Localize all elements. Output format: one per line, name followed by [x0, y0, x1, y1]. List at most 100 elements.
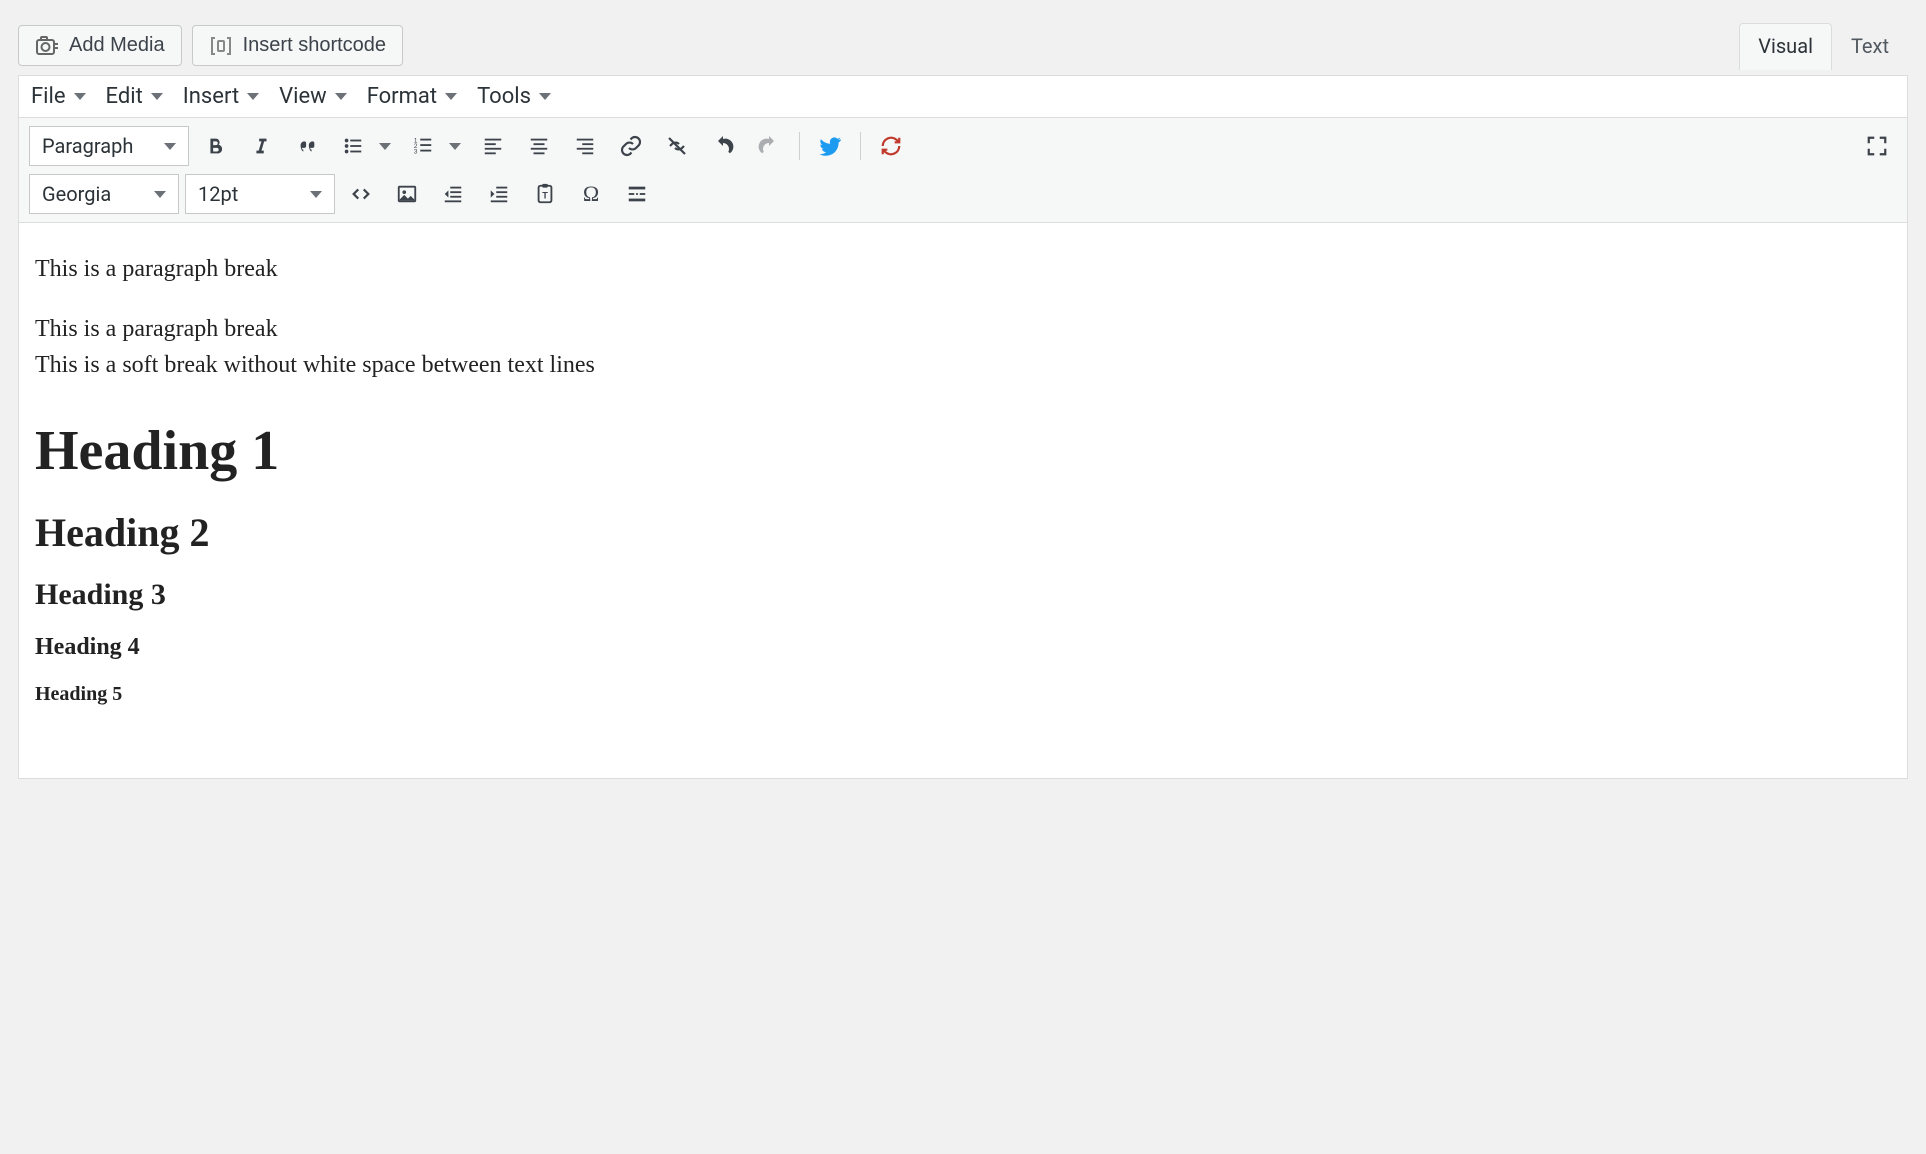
svg-text:T: T — [542, 191, 548, 201]
font-family-select[interactable]: Georgia — [29, 174, 179, 214]
insert-shortcode-label: Insert shortcode — [243, 34, 386, 57]
paragraph-format-select[interactable]: Paragraph — [29, 126, 189, 166]
outdent-icon — [441, 183, 465, 205]
outdent-button[interactable] — [433, 174, 473, 214]
italic-icon — [250, 135, 272, 157]
menu-label: Edit — [106, 84, 143, 109]
svg-text:3: 3 — [414, 148, 418, 155]
content-heading-1: Heading 1 — [35, 419, 1891, 483]
content-heading-3: Heading 3 — [35, 578, 1891, 612]
chevron-down-icon — [379, 143, 391, 150]
menu-insert[interactable]: Insert — [183, 84, 259, 109]
tab-visual[interactable]: Visual — [1739, 23, 1832, 70]
align-left-button[interactable] — [473, 126, 513, 166]
blockquote-button[interactable] — [287, 126, 327, 166]
menu-tools[interactable]: Tools — [477, 84, 551, 109]
refresh-button[interactable] — [871, 126, 911, 166]
align-left-icon — [482, 135, 504, 157]
link-button[interactable] — [611, 126, 651, 166]
undo-button[interactable] — [703, 126, 743, 166]
toolbar-row-1: Paragraph — [29, 126, 1897, 166]
content-softline: This is a soft break without white space… — [35, 347, 1891, 383]
chevron-down-icon — [335, 93, 347, 100]
indent-icon — [487, 183, 511, 205]
toolbar-row-2: Georgia 12pt — [29, 174, 1897, 214]
chevron-down-icon — [164, 143, 176, 150]
chevron-down-icon — [449, 143, 461, 150]
content-heading-2: Heading 2 — [35, 509, 1891, 556]
chevron-down-icon — [74, 93, 86, 100]
undo-icon — [711, 134, 735, 158]
chevron-down-icon — [154, 191, 166, 198]
italic-button[interactable] — [241, 126, 281, 166]
twitter-button[interactable] — [810, 126, 850, 166]
add-media-button[interactable]: Add Media — [18, 25, 182, 66]
bold-icon — [204, 135, 226, 157]
numbered-list-icon: 123 — [411, 135, 435, 157]
read-more-button[interactable] — [617, 174, 657, 214]
source-code-icon — [349, 183, 373, 205]
align-center-icon — [528, 135, 550, 157]
link-icon — [619, 134, 643, 158]
paste-text-icon: T — [534, 182, 556, 206]
source-code-button[interactable] — [341, 174, 381, 214]
numbered-list-dropdown[interactable] — [443, 126, 467, 166]
chevron-down-icon — [247, 93, 259, 100]
menu-label: Insert — [183, 84, 239, 109]
read-more-icon — [625, 183, 649, 205]
toolbar-separator — [799, 132, 800, 160]
paragraph-format-value: Paragraph — [42, 134, 133, 158]
editor-content[interactable]: This is a paragraph break This is a para… — [19, 223, 1907, 778]
fullscreen-icon — [1866, 135, 1888, 157]
bulleted-list-dropdown[interactable] — [373, 126, 397, 166]
content-heading-4: Heading 4 — [35, 634, 1891, 661]
unlink-button[interactable] — [657, 126, 697, 166]
bold-button[interactable] — [195, 126, 235, 166]
image-icon — [395, 183, 419, 205]
twitter-icon — [817, 133, 843, 159]
chevron-down-icon — [151, 93, 163, 100]
special-char-button[interactable]: Ω — [571, 174, 611, 214]
unlink-icon — [665, 134, 689, 158]
indent-button[interactable] — [479, 174, 519, 214]
refresh-icon — [880, 135, 902, 157]
align-center-button[interactable] — [519, 126, 559, 166]
bulleted-list-button[interactable] — [333, 126, 373, 166]
menu-label: Tools — [477, 84, 531, 109]
image-button[interactable] — [387, 174, 427, 214]
menu-label: File — [31, 84, 66, 109]
editor-mode-tabs: Visual Text — [1739, 22, 1908, 69]
blockquote-icon — [295, 135, 319, 157]
redo-button[interactable] — [749, 126, 789, 166]
content-heading-5: Heading 5 — [35, 683, 1891, 706]
tab-text[interactable]: Text — [1832, 23, 1908, 70]
camera-icon — [35, 35, 59, 57]
numbered-list-button[interactable]: 123 — [403, 126, 443, 166]
chevron-down-icon — [539, 93, 551, 100]
editor-container: File Edit Insert View Format Tools Parag… — [18, 75, 1908, 779]
content-paragraph: This is a paragraph break — [35, 311, 1891, 347]
menubar: File Edit Insert View Format Tools — [19, 76, 1907, 118]
content-paragraph: This is a paragraph break — [35, 251, 1891, 287]
align-right-icon — [574, 135, 596, 157]
bulleted-list-icon — [341, 135, 365, 157]
tab-visual-label: Visual — [1758, 34, 1813, 58]
menu-label: Format — [367, 84, 437, 109]
toolbar: Paragraph — [19, 118, 1907, 223]
menu-format[interactable]: Format — [367, 84, 457, 109]
toolbar-separator — [860, 132, 861, 160]
tab-text-label: Text — [1851, 34, 1889, 58]
menu-view[interactable]: View — [279, 84, 347, 109]
align-right-button[interactable] — [565, 126, 605, 166]
shortcode-icon — [209, 35, 233, 57]
insert-shortcode-button[interactable]: Insert shortcode — [192, 25, 403, 66]
special-char-icon: Ω — [583, 181, 599, 207]
redo-icon — [757, 134, 781, 158]
font-family-value: Georgia — [42, 182, 111, 206]
fullscreen-button[interactable] — [1857, 126, 1897, 166]
paste-text-button[interactable]: T — [525, 174, 565, 214]
chevron-down-icon — [445, 93, 457, 100]
font-size-select[interactable]: 12pt — [185, 174, 335, 214]
menu-edit[interactable]: Edit — [106, 84, 163, 109]
menu-file[interactable]: File — [31, 84, 86, 109]
